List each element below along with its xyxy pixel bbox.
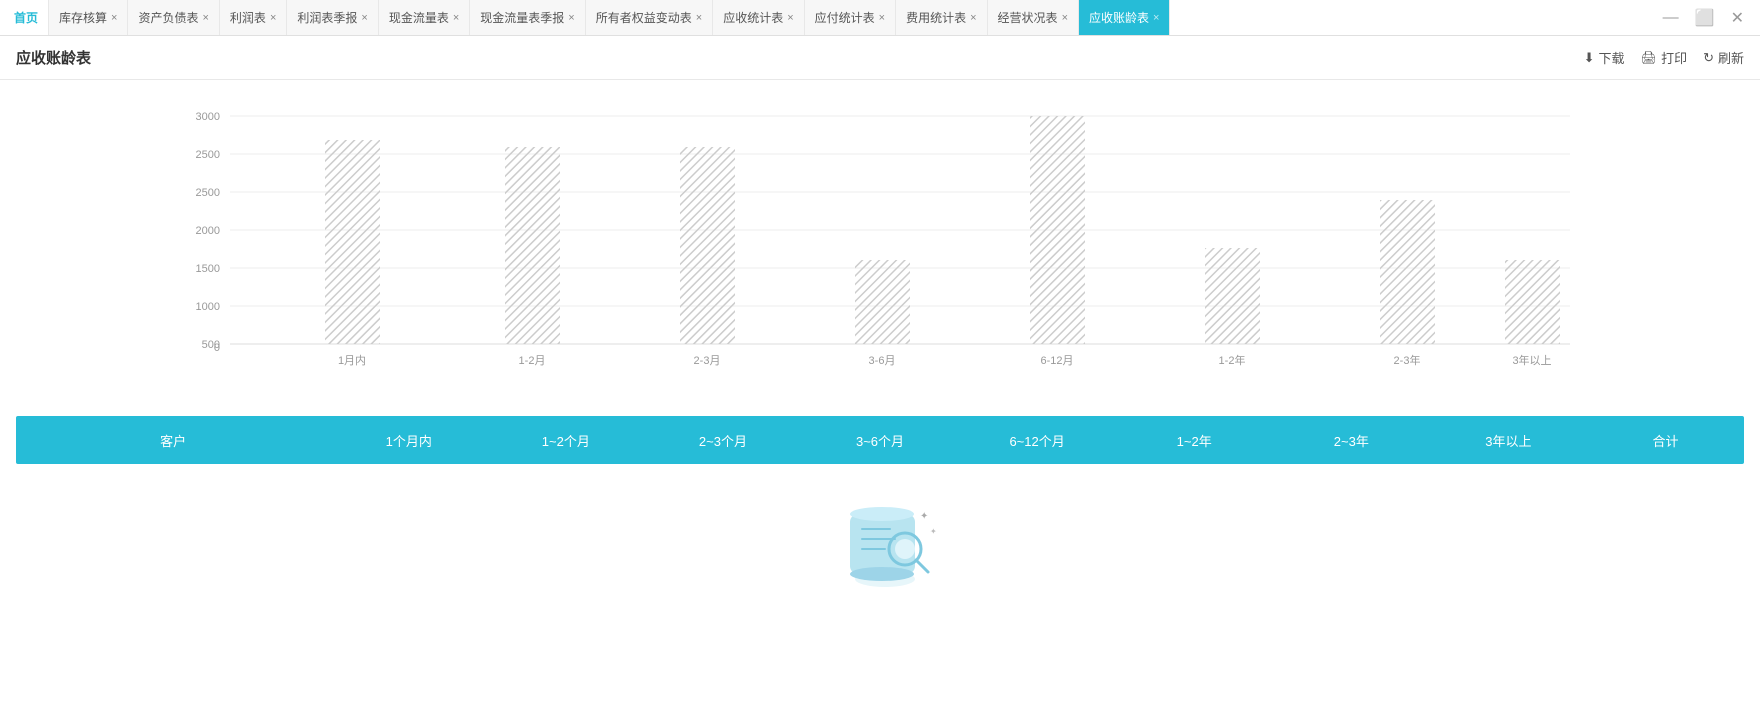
tab-aging[interactable]: 应收账龄表 ×: [1079, 0, 1170, 36]
x-label-1-2month: 1-2月: [519, 355, 546, 367]
svg-text:1000: 1000: [196, 301, 220, 313]
print-button[interactable]: 🖨 打印: [1641, 48, 1688, 67]
tab-cashflow-quarter[interactable]: 现金流量表季报 ×: [470, 0, 585, 36]
tab-equity[interactable]: 所有者权益变动表 ×: [586, 0, 713, 36]
page-header: 应收账龄表 ⬇ 下载 🖨 打印 ↻ 刷新: [0, 36, 1760, 80]
empty-illustration: ✦ ✦: [830, 494, 940, 594]
empty-icon: ✦ ✦: [830, 494, 930, 584]
x-label-6-12month: 6-12月: [1040, 355, 1073, 367]
x-label-2-3year: 2-3年: [1394, 353, 1421, 367]
bar-1-2year: [1205, 248, 1260, 344]
tab-home-label: 首页: [14, 9, 38, 26]
svg-text:✦: ✦: [920, 511, 928, 522]
main-content: 3000 2500 2500 2000 1500 1000 500 0: [0, 80, 1760, 720]
tab-home[interactable]: 首页: [4, 0, 49, 36]
bar-6-12month: [1030, 116, 1085, 344]
refresh-icon: ↻: [1703, 50, 1714, 66]
tab-balance-label: 资产负债表: [138, 9, 198, 26]
window-minimize-icon[interactable]: —: [1659, 5, 1683, 31]
tab-payable-stat[interactable]: 应付统计表 ×: [805, 0, 896, 36]
tab-cashflow-label: 现金流量表: [389, 9, 449, 26]
close-cashflow-icon[interactable]: ×: [453, 12, 459, 24]
header-actions: ⬇ 下载 🖨 打印 ↻ 刷新: [1584, 48, 1744, 67]
tab-profit-quarter-label: 利润表季报: [297, 9, 357, 26]
empty-state: ✦ ✦: [16, 464, 1744, 584]
th-2-3year: 2~3年: [1273, 431, 1430, 450]
x-label-1-2year: 1-2年: [1219, 353, 1246, 367]
th-1-2month: 1~2个月: [487, 431, 644, 450]
svg-text:1500: 1500: [196, 263, 220, 275]
bar-2-3month: [680, 147, 735, 344]
close-balance-icon[interactable]: ×: [202, 12, 208, 24]
window-maximize-icon[interactable]: ⬜: [1691, 4, 1719, 32]
tab-cashflow-quarter-label: 现金流量表季报: [480, 9, 564, 26]
svg-text:2000: 2000: [196, 225, 220, 237]
tab-profit-quarter[interactable]: 利润表季报 ×: [287, 0, 378, 36]
close-cashflow-quarter-icon[interactable]: ×: [568, 12, 574, 24]
th-3-6month: 3~6个月: [801, 431, 958, 450]
refresh-label: 刷新: [1718, 48, 1744, 67]
tab-aging-label: 应收账龄表: [1089, 9, 1149, 26]
tab-inventory[interactable]: 库存核算 ×: [49, 0, 128, 36]
tab-receivable-stat[interactable]: 应收统计表 ×: [713, 0, 804, 36]
tab-inventory-label: 库存核算: [59, 9, 107, 26]
th-2-3month: 2~3个月: [644, 431, 801, 450]
svg-text:2500: 2500: [196, 187, 220, 199]
bar-3year-plus: [1505, 260, 1560, 344]
th-3year-plus: 3年以上: [1430, 431, 1587, 450]
close-profit-icon[interactable]: ×: [270, 12, 276, 24]
th-1-2year: 1~2年: [1116, 431, 1273, 450]
tab-bar: 首页 库存核算 × 资产负债表 × 利润表 × 利润表季报 × 现金流量表 × …: [0, 0, 1760, 36]
tab-equity-label: 所有者权益变动表: [596, 9, 692, 26]
close-payable-stat-icon[interactable]: ×: [879, 12, 885, 24]
close-profit-quarter-icon[interactable]: ×: [361, 12, 367, 24]
x-label-3year-plus: 3年以上: [1512, 353, 1551, 367]
tab-profit[interactable]: 利润表 ×: [220, 0, 287, 36]
close-aging-icon[interactable]: ×: [1153, 12, 1159, 24]
download-label: 下载: [1599, 48, 1625, 67]
tab-bar-actions: — ⬜ ✕: [1659, 4, 1756, 32]
bar-1month: [325, 140, 380, 344]
download-icon: ⬇: [1584, 50, 1595, 66]
print-label: 打印: [1661, 48, 1687, 67]
tab-profit-label: 利润表: [230, 9, 266, 26]
svg-text:2500: 2500: [196, 149, 220, 161]
close-equity-icon[interactable]: ×: [696, 12, 702, 24]
th-1month: 1个月内: [330, 431, 487, 450]
close-operation-icon[interactable]: ×: [1062, 12, 1068, 24]
th-total: 合计: [1587, 431, 1744, 450]
tab-payable-stat-label: 应付统计表: [815, 9, 875, 26]
svg-text:3000: 3000: [196, 111, 220, 123]
tab-expense-stat-label: 费用统计表: [906, 9, 966, 26]
window-close-icon[interactable]: ✕: [1727, 4, 1748, 32]
tab-receivable-stat-label: 应收统计表: [723, 9, 783, 26]
close-inventory-icon[interactable]: ×: [111, 12, 117, 24]
x-label-3-6month: 3-6月: [869, 355, 896, 367]
tab-balance[interactable]: 资产负债表 ×: [128, 0, 219, 36]
x-label-2-3month: 2-3月: [694, 355, 721, 367]
th-customer: 客户: [16, 431, 330, 450]
tab-expense-stat[interactable]: 费用统计表 ×: [896, 0, 987, 36]
tab-operation-label: 经营状况表: [998, 9, 1058, 26]
x-label-1month: 1月内: [338, 353, 366, 367]
bar-3-6month: [855, 260, 910, 344]
bar-2-3year: [1380, 200, 1435, 344]
page-title: 应收账龄表: [16, 47, 91, 68]
tab-operation[interactable]: 经营状况表 ×: [988, 0, 1079, 36]
close-receivable-stat-icon[interactable]: ×: [787, 12, 793, 24]
print-icon: 🖨: [1641, 50, 1658, 66]
download-button[interactable]: ⬇ 下载: [1584, 48, 1625, 67]
table-header: 客户 1个月内 1~2个月 2~3个月 3~6个月 6~12个月 1~2年 2~…: [16, 416, 1744, 464]
svg-text:0: 0: [214, 342, 220, 354]
bar-1-2month: [505, 147, 560, 344]
svg-text:✦: ✦: [930, 527, 937, 536]
th-6-12month: 6~12个月: [959, 431, 1116, 450]
chart-area: 3000 2500 2500 2000 1500 1000 500 0: [16, 96, 1744, 416]
close-expense-stat-icon[interactable]: ×: [970, 12, 976, 24]
aging-chart: 3000 2500 2500 2000 1500 1000 500 0: [16, 106, 1744, 376]
tab-cashflow[interactable]: 现金流量表 ×: [379, 0, 470, 36]
refresh-button[interactable]: ↻ 刷新: [1703, 48, 1744, 67]
